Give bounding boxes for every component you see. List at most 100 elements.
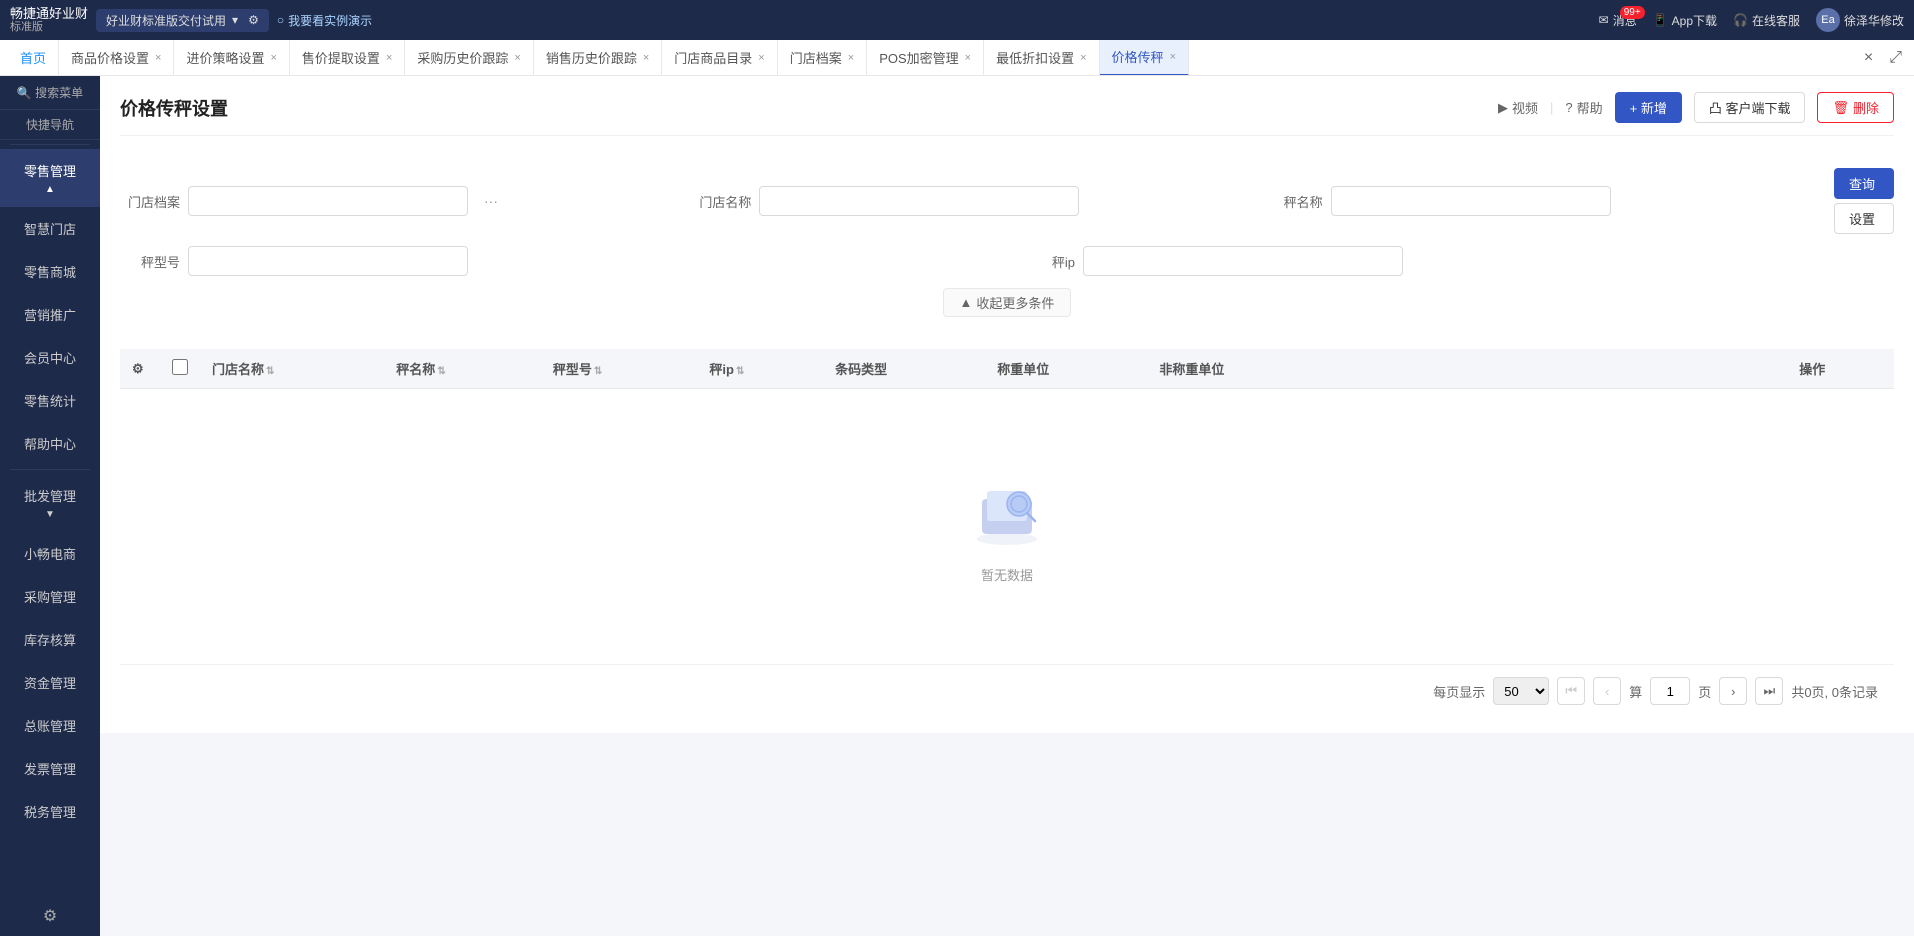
tab-purchase-strategy[interactable]: 进价策略设置 × bbox=[174, 40, 289, 76]
version-selector[interactable]: 好业财标准版交付试用 ▾ ⚙ bbox=[96, 9, 269, 32]
tab-close-price-scale[interactable]: × bbox=[1170, 51, 1176, 63]
top-bar-left: 畅捷通好业财 标准版 好业财标准版交付试用 ▾ ⚙ ○ 我要看实例演示 bbox=[10, 6, 372, 35]
tab-close-sale-price[interactable]: × bbox=[386, 52, 392, 64]
settings-icon[interactable]: ⚙ bbox=[248, 13, 259, 27]
th-gear[interactable]: ⚙ bbox=[120, 349, 160, 389]
sidebar-item-marketing[interactable]: 营销推广 bbox=[0, 293, 100, 336]
tab-pos-encrypt-label: POS加密管理 bbox=[879, 48, 958, 67]
app-sub: 标准版 bbox=[10, 21, 88, 34]
demo-button[interactable]: ○ 我要看实例演示 bbox=[277, 12, 372, 29]
video-link[interactable]: ▶ 视频 bbox=[1498, 98, 1538, 117]
scale-model-input[interactable] bbox=[188, 246, 468, 276]
page-first-button[interactable]: ⏮ bbox=[1557, 677, 1585, 705]
page-last-button[interactable]: ⏭ bbox=[1755, 677, 1783, 705]
sidebar-quick-nav[interactable]: 快捷导航 bbox=[0, 110, 100, 140]
tab-expand-button[interactable]: ⤢ bbox=[1885, 49, 1906, 67]
messages-button[interactable]: ✉ 消息 99+ bbox=[1599, 12, 1637, 29]
user-info[interactable]: Ea 徐泽华修改 bbox=[1816, 8, 1904, 32]
content-area: 价格传秤设置 ▶ 视频 | ? 帮助 + 新增 凸 客户端下载 bbox=[100, 76, 1914, 936]
data-table: ⚙ 门店名称⇅ 秤名称⇅ 秤型号⇅ bbox=[120, 349, 1894, 389]
tab-product-price[interactable]: 商品价格设置 × bbox=[59, 40, 174, 76]
help-link[interactable]: ? 帮助 bbox=[1565, 98, 1602, 117]
tab-close-purchase-strategy[interactable]: × bbox=[270, 52, 276, 64]
sort-icon-store-name[interactable]: ⇅ bbox=[266, 366, 274, 377]
sidebar-item-help[interactable]: 帮助中心 bbox=[0, 422, 100, 465]
gear-icon[interactable]: ⚙ bbox=[132, 361, 144, 376]
sidebar-gear-button[interactable]: ⚙ bbox=[43, 906, 57, 926]
tab-sale-history[interactable]: 销售历史价跟踪 × bbox=[534, 40, 662, 76]
scale-ip-input[interactable] bbox=[1083, 246, 1403, 276]
sidebar-divider-1 bbox=[10, 144, 90, 145]
page-next-button[interactable]: › bbox=[1719, 677, 1747, 705]
sidebar-item-ledger[interactable]: 总账管理 bbox=[0, 704, 100, 747]
sidebar-item-invoice-label: 发票管理 bbox=[24, 759, 76, 778]
tab-close-store-profile[interactable]: × bbox=[848, 52, 854, 64]
sidebar-item-invoice[interactable]: 发票管理 bbox=[0, 747, 100, 790]
help-label: 帮助 bbox=[1577, 98, 1603, 117]
tab-sale-price[interactable]: 售价提取设置 × bbox=[290, 40, 405, 76]
messages-badge: 99+ bbox=[1620, 6, 1645, 19]
th-checkbox[interactable] bbox=[160, 349, 200, 389]
settings-form-button[interactable]: 设置 bbox=[1834, 203, 1894, 234]
tab-close-min-discount[interactable]: × bbox=[1080, 52, 1086, 64]
sidebar-item-xiaochange[interactable]: 小畅电商 bbox=[0, 532, 100, 575]
tab-store-catalog[interactable]: 门店商品目录 × bbox=[662, 40, 777, 76]
ellipsis-button[interactable]: ··· bbox=[476, 193, 506, 209]
store-name-label: 门店名称 bbox=[691, 192, 751, 211]
tab-pos-encrypt[interactable]: POS加密管理 × bbox=[867, 40, 984, 76]
online-service-button[interactable]: 🎧 在线客服 bbox=[1733, 12, 1800, 29]
sort-icon-scale-model[interactable]: ⇅ bbox=[594, 366, 602, 377]
tab-close-pos-encrypt[interactable]: × bbox=[965, 52, 971, 64]
page-number-input[interactable] bbox=[1650, 677, 1690, 705]
sort-icon-scale-ip[interactable]: ⇅ bbox=[736, 366, 744, 377]
sidebar-item-wholesale-label: 批发管理 bbox=[24, 486, 76, 505]
sidebar-search[interactable]: 🔍 搜索菜单 bbox=[0, 76, 100, 110]
sidebar-item-finance[interactable]: 资金管理 bbox=[0, 661, 100, 704]
tab-purchase-strategy-label: 进价策略设置 bbox=[186, 48, 264, 67]
form-row-2: 秤型号 秤ip bbox=[120, 246, 1894, 276]
tab-close-store-catalog[interactable]: × bbox=[758, 52, 764, 64]
tab-store-profile[interactable]: 门店档案 × bbox=[778, 40, 867, 76]
tab-close-product-price[interactable]: × bbox=[155, 52, 161, 64]
select-all-checkbox[interactable] bbox=[172, 359, 188, 375]
sidebar-item-wholesale[interactable]: 批发管理 ▼ bbox=[0, 474, 100, 532]
add-button[interactable]: + 新增 bbox=[1615, 92, 1682, 123]
collapse-button[interactable]: ▲ 收起更多条件 bbox=[943, 288, 1072, 317]
tab-min-discount[interactable]: 最低折扣设置 × bbox=[984, 40, 1099, 76]
tab-close-purchase-history[interactable]: × bbox=[514, 52, 520, 64]
tab-close-all-button[interactable]: × bbox=[1860, 49, 1877, 67]
tab-close-sale-history[interactable]: × bbox=[643, 52, 649, 64]
sidebar-item-smart-store[interactable]: 智慧门店 bbox=[0, 207, 100, 250]
delete-icon: 🗑 bbox=[1832, 100, 1849, 116]
store-file-input[interactable] bbox=[188, 186, 468, 216]
tab-price-scale[interactable]: 价格传秤 × bbox=[1100, 40, 1189, 76]
sidebar-item-retail[interactable]: 零售管理 ▲ bbox=[0, 149, 100, 207]
top-bar: 畅捷通好业财 标准版 好业财标准版交付试用 ▾ ⚙ ○ 我要看实例演示 ✉ 消息… bbox=[0, 0, 1914, 40]
sidebar-item-member[interactable]: 会员中心 bbox=[0, 336, 100, 379]
app-download-button[interactable]: 📱 App下载 bbox=[1653, 12, 1717, 29]
sidebar-item-smart-store-label: 智慧门店 bbox=[24, 219, 76, 238]
sidebar-item-retail-stat[interactable]: 零售统计 bbox=[0, 379, 100, 422]
tab-purchase-history[interactable]: 采购历史价跟踪 × bbox=[405, 40, 533, 76]
sidebar-item-tax[interactable]: 税务管理 bbox=[0, 790, 100, 833]
collapse-icon: ▲ bbox=[45, 184, 55, 195]
sort-icon-scale-name[interactable]: ⇅ bbox=[437, 366, 445, 377]
page-actions: ▶ 视频 | ? 帮助 + 新增 凸 客户端下载 🗑 bbox=[1498, 92, 1894, 123]
per-page-select[interactable]: 10 20 50 100 bbox=[1493, 677, 1549, 705]
tab-home[interactable]: 首页 bbox=[8, 40, 59, 76]
store-name-input[interactable] bbox=[759, 186, 1079, 216]
tab-sale-history-label: 销售历史价跟踪 bbox=[546, 48, 637, 67]
sidebar-item-retail-mall[interactable]: 零售商城 bbox=[0, 250, 100, 293]
scale-name-input[interactable] bbox=[1331, 186, 1611, 216]
download-button[interactable]: 凸 客户端下载 bbox=[1694, 92, 1806, 123]
page-prev-button[interactable]: ‹ bbox=[1593, 677, 1621, 705]
sidebar-item-marketing-label: 营销推广 bbox=[24, 305, 76, 324]
sidebar-item-retail-mall-label: 零售商城 bbox=[24, 262, 76, 281]
top-bar-right: ✉ 消息 99+ 📱 App下载 🎧 在线客服 Ea 徐泽华修改 bbox=[1599, 8, 1904, 32]
sidebar-item-inventory[interactable]: 库存核算 bbox=[0, 618, 100, 661]
sidebar-item-purchase[interactable]: 采购管理 bbox=[0, 575, 100, 618]
tab-home-label: 首页 bbox=[20, 48, 46, 67]
app-download-label: App下载 bbox=[1672, 12, 1717, 29]
delete-button[interactable]: 🗑 删除 bbox=[1817, 92, 1894, 123]
query-button[interactable]: 查询 bbox=[1834, 168, 1894, 199]
